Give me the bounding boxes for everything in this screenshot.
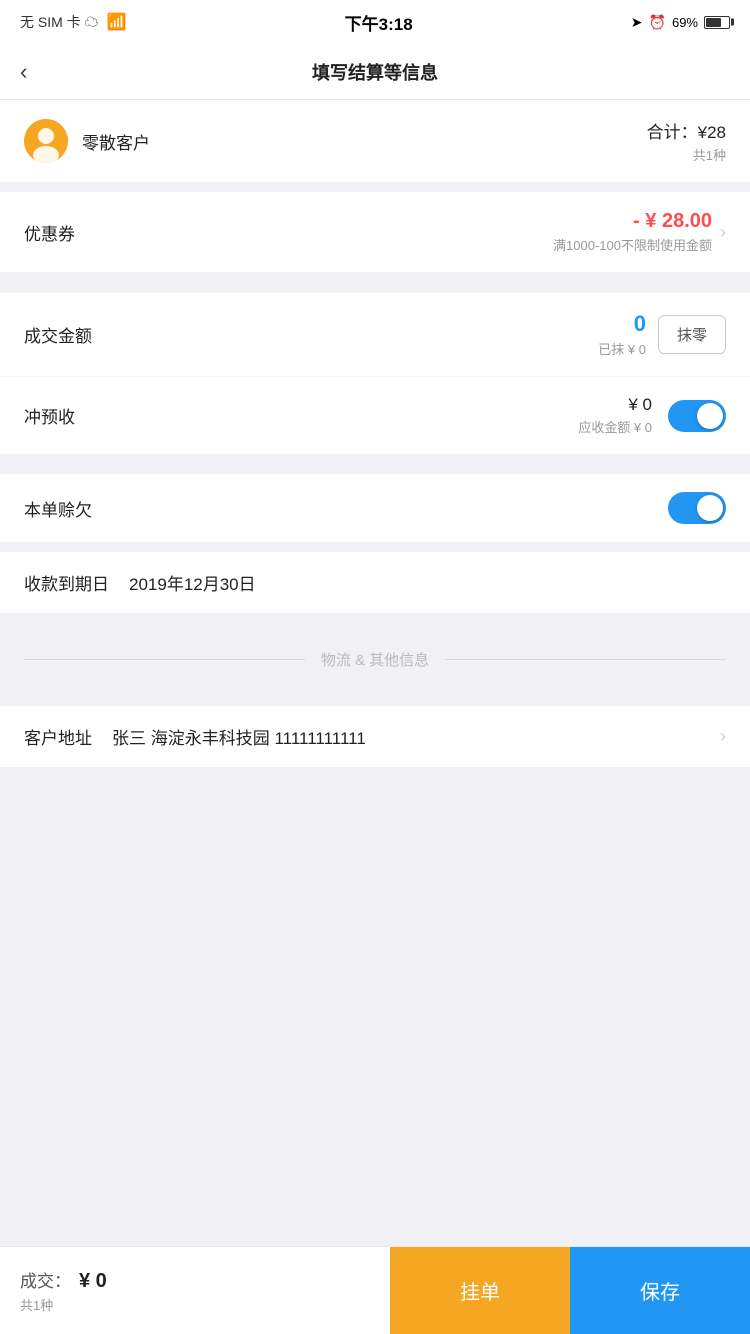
logistics-section: 物流 & 其他信息 — [0, 633, 750, 686]
coupon-desc: 满1000-100不限制使用金额 — [553, 235, 712, 254]
round-button[interactable]: 抹零 — [658, 315, 726, 354]
transaction-section: 成交金额 0 已抹 ¥ 0 抹零 冲预收 ¥ 0 应收金额 ¥ 0 — [0, 293, 750, 454]
customer-right: 合计：¥28 共1种 — [647, 118, 726, 164]
alarm-icon: ⏰ — [649, 14, 666, 31]
bottom-count: 共1种 — [20, 1295, 370, 1314]
save-button[interactable]: 保存 — [570, 1247, 750, 1334]
nav-bar: ‹ 填写结算等信息 — [0, 44, 750, 100]
empty-space — [0, 777, 750, 897]
chevron-right-icon: › — [720, 222, 726, 243]
duedate-value: 2019年12月30日 — [129, 570, 256, 595]
hold-button-label: 挂单 — [460, 1276, 500, 1305]
transaction-label: 成交金额 — [24, 322, 92, 347]
bottom-info: 成交： ¥ 0 共1种 — [0, 1267, 390, 1314]
transaction-amount-row: 成交金额 0 已抹 ¥ 0 抹零 — [0, 293, 750, 377]
no-sim-text: 无 SIM 卡 ☁ — [20, 12, 99, 32]
address-label: 客户地址 — [24, 724, 92, 749]
customer-avatar — [24, 119, 68, 163]
coupon-amount: - ¥ 28.00 — [553, 210, 712, 233]
transaction-right: 0 已抹 ¥ 0 抹零 — [598, 311, 726, 358]
location-icon: ➤ — [631, 14, 643, 31]
prepayment-sub-amount: 应收金额 ¥ 0 — [578, 417, 652, 436]
debt-toggle-knob — [697, 495, 723, 521]
bottom-bar: 成交： ¥ 0 共1种 挂单 保存 — [0, 1246, 750, 1334]
customer-name: 零散客户 — [82, 129, 150, 154]
prepayment-label: 冲预收 — [24, 403, 75, 428]
debt-section: 本单赊欠 — [0, 474, 750, 542]
status-bar: 无 SIM 卡 ☁ 📶 下午3:18 ➤ ⏰ 69% — [0, 0, 750, 44]
customer-section: 零散客户 合计：¥28 共1种 — [0, 100, 750, 182]
wifi-icon: 📶 — [107, 12, 127, 32]
page-title: 填写结算等信息 — [312, 59, 438, 85]
address-section[interactable]: 客户地址 张三 海淀永丰科技园 11111111111 › — [0, 706, 750, 767]
customer-left: 零散客户 — [24, 119, 150, 163]
coupon-section[interactable]: 优惠券 - ¥ 28.00 满1000-100不限制使用金额 › — [0, 192, 750, 273]
toggle-knob — [697, 403, 723, 429]
customer-count: 共1种 — [647, 145, 726, 164]
section-divider-1 — [0, 283, 750, 293]
section-divider-4 — [0, 686, 750, 696]
prepayment-toggle[interactable] — [668, 400, 726, 432]
back-button[interactable]: ‹ — [20, 59, 27, 85]
divider-line-left — [24, 659, 305, 660]
bottom-transaction-label: 成交： — [20, 1267, 71, 1292]
battery-icon — [704, 16, 730, 29]
duedate-label: 收款到期日 — [24, 570, 109, 595]
battery-percent: 69% — [672, 15, 698, 30]
address-chevron-icon: › — [720, 726, 726, 747]
status-right: ➤ ⏰ 69% — [631, 14, 730, 31]
section-divider-3 — [0, 623, 750, 633]
save-button-label: 保存 — [640, 1276, 680, 1305]
coupon-right: - ¥ 28.00 满1000-100不限制使用金额 › — [553, 210, 726, 254]
prepayment-row: 冲预收 ¥ 0 应收金额 ¥ 0 — [0, 377, 750, 454]
customer-total: 合计：¥28 — [647, 118, 726, 143]
status-left: 无 SIM 卡 ☁ 📶 — [20, 12, 126, 32]
logistics-label: 物流 & 其他信息 — [321, 649, 429, 670]
logistics-divider-row: 物流 & 其他信息 — [0, 649, 750, 670]
prepayment-amounts: ¥ 0 应收金额 ¥ 0 — [578, 395, 652, 436]
transaction-sub: 已抹 ¥ 0 — [598, 339, 646, 358]
bottom-transaction-amount: ¥ 0 — [79, 1270, 107, 1293]
hold-button[interactable]: 挂单 — [390, 1247, 570, 1334]
address-value: 张三 海淀永丰科技园 11111111111 — [112, 724, 712, 749]
status-time: 下午3:18 — [345, 10, 413, 35]
divider-line-right — [445, 659, 726, 660]
coupon-label: 优惠券 — [24, 220, 75, 245]
duedate-section: 收款到期日 2019年12月30日 — [0, 552, 750, 613]
section-divider-2 — [0, 464, 750, 474]
prepayment-main-amount: ¥ 0 — [578, 395, 652, 415]
transaction-amount-value: 0 — [598, 311, 646, 337]
prepayment-right: ¥ 0 应收金额 ¥ 0 — [578, 395, 726, 436]
debt-label: 本单赊欠 — [24, 496, 92, 521]
bottom-info-main: 成交： ¥ 0 — [20, 1267, 370, 1293]
content-area: 零散客户 合计：¥28 共1种 优惠券 - ¥ 28.00 满1000-100不… — [0, 100, 750, 987]
duedate-row: 收款到期日 2019年12月30日 — [24, 570, 726, 595]
debt-toggle[interactable] — [668, 492, 726, 524]
